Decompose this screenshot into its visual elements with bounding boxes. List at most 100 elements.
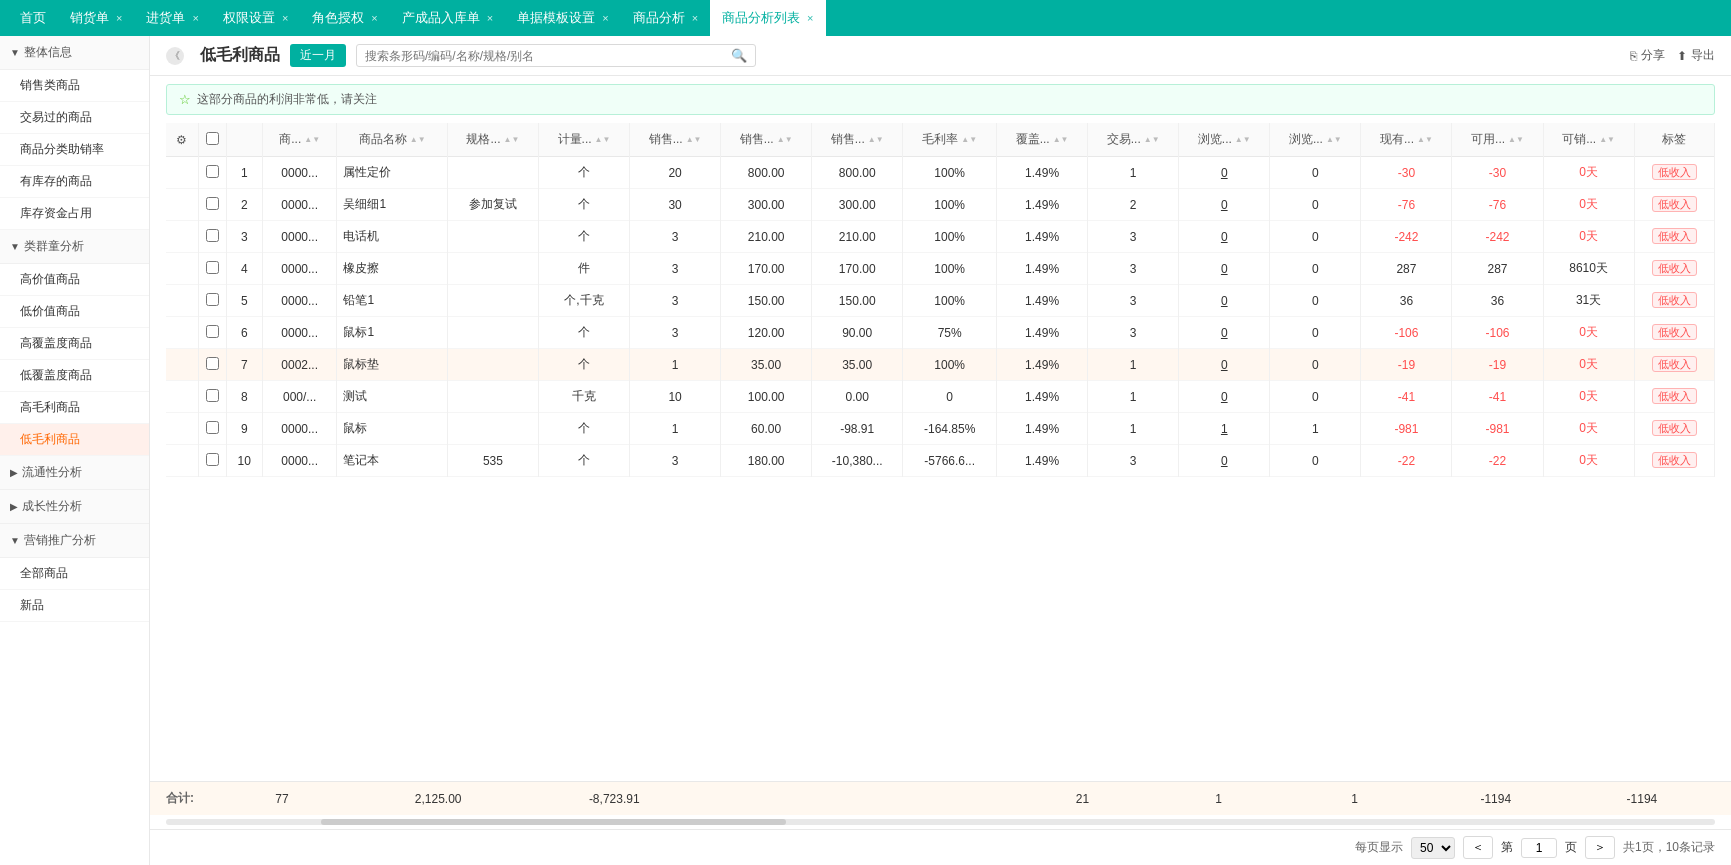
- export-button[interactable]: ⬆ 导出: [1677, 47, 1715, 64]
- sidebar-item-in-stock[interactable]: 有库存的商品: [0, 166, 149, 198]
- nav-permissions[interactable]: 权限设置 ×: [211, 0, 300, 36]
- sidebar-group-overall[interactable]: ▼ 整体信息: [0, 36, 149, 70]
- sidebar-item-low-value[interactable]: 低价值商品: [0, 296, 149, 328]
- nav-close-purchase[interactable]: ×: [192, 0, 198, 36]
- row-checkbox-0[interactable]: [206, 165, 219, 178]
- nav-product-storage[interactable]: 产成品入库单 ×: [390, 0, 505, 36]
- sidebar-item-category-rate[interactable]: 商品分类助销率: [0, 134, 149, 166]
- th-code[interactable]: 商... ▲▼: [262, 123, 336, 157]
- sidebar-item-new-goods[interactable]: 新品: [0, 590, 149, 622]
- td-checkbox[interactable]: [198, 221, 226, 253]
- views1-link[interactable]: 0: [1221, 230, 1228, 244]
- th-sales-qty[interactable]: 销售... ▲▼: [630, 123, 721, 157]
- nav-analysis-list[interactable]: 商品分析列表 ×: [710, 0, 825, 36]
- page-number-input[interactable]: [1521, 838, 1557, 858]
- nav-purchase[interactable]: 进货单 ×: [134, 0, 210, 36]
- sidebar-item-low-coverage[interactable]: 低覆盖度商品: [0, 360, 149, 392]
- views1-link[interactable]: 0: [1221, 326, 1228, 340]
- td-checkbox[interactable]: [198, 349, 226, 381]
- td-views1[interactable]: 0: [1179, 221, 1270, 253]
- nav-roles[interactable]: 角色授权 ×: [300, 0, 389, 36]
- th-coverage[interactable]: 覆盖... ▲▼: [997, 123, 1088, 157]
- nav-home[interactable]: 首页: [8, 0, 58, 36]
- th-trade-count[interactable]: 交易... ▲▼: [1088, 123, 1179, 157]
- views1-link[interactable]: 1: [1221, 422, 1228, 436]
- th-views2[interactable]: 浏览... ▲▼: [1270, 123, 1361, 157]
- row-checkbox-5[interactable]: [206, 325, 219, 338]
- sidebar-item-high-value[interactable]: 高价值商品: [0, 264, 149, 296]
- sidebar-item-all-goods[interactable]: 全部商品: [0, 558, 149, 590]
- page-size-select[interactable]: 50: [1411, 837, 1455, 859]
- td-checkbox[interactable]: [198, 253, 226, 285]
- nav-analysis[interactable]: 商品分析 ×: [621, 0, 710, 36]
- views1-link[interactable]: 0: [1221, 262, 1228, 276]
- sidebar-group-cluster[interactable]: ▼ 类群童分析: [0, 230, 149, 264]
- views1-link[interactable]: 0: [1221, 454, 1228, 468]
- row-checkbox-1[interactable]: [206, 197, 219, 210]
- th-tag[interactable]: 标签: [1634, 123, 1714, 157]
- nav-close-template[interactable]: ×: [602, 0, 608, 36]
- sidebar-group-marketing[interactable]: ▼ 营销推广分析: [0, 524, 149, 558]
- th-spec[interactable]: 规格... ▲▼: [447, 123, 538, 157]
- date-filter-button[interactable]: 近一月: [290, 44, 346, 67]
- sidebar-item-low-margin[interactable]: 低毛利商品: [0, 424, 149, 456]
- td-checkbox[interactable]: [198, 285, 226, 317]
- search-input[interactable]: [365, 49, 725, 63]
- prev-page-btn[interactable]: ＜: [1463, 836, 1493, 859]
- td-views1[interactable]: 1: [1179, 413, 1270, 445]
- search-icon[interactable]: 🔍: [731, 48, 747, 63]
- td-checkbox[interactable]: [198, 157, 226, 189]
- sidebar-group-growth[interactable]: ▶ 成长性分析: [0, 490, 149, 524]
- td-checkbox[interactable]: [198, 189, 226, 221]
- sidebar-item-high-coverage[interactable]: 高覆盖度商品: [0, 328, 149, 360]
- td-views1[interactable]: 0: [1179, 189, 1270, 221]
- th-checkbox[interactable]: [198, 123, 226, 157]
- share-button[interactable]: ⎘ 分享: [1630, 47, 1665, 64]
- td-checkbox[interactable]: [198, 445, 226, 477]
- th-gross-margin[interactable]: 毛利率 ▲▼: [903, 123, 997, 157]
- row-checkbox-7[interactable]: [206, 389, 219, 402]
- views1-link[interactable]: 0: [1221, 390, 1228, 404]
- select-all-checkbox[interactable]: [206, 132, 219, 145]
- td-checkbox[interactable]: [198, 381, 226, 413]
- td-views1[interactable]: 0: [1179, 253, 1270, 285]
- horizontal-scrollbar[interactable]: [166, 819, 1715, 825]
- sidebar-item-sales-goods[interactable]: 销售类商品: [0, 70, 149, 102]
- td-views1[interactable]: 0: [1179, 349, 1270, 381]
- th-name[interactable]: 商品名称 ▲▼: [337, 123, 447, 157]
- td-views1[interactable]: 0: [1179, 157, 1270, 189]
- row-checkbox-9[interactable]: [206, 453, 219, 466]
- th-unit[interactable]: 计量... ▲▼: [538, 123, 629, 157]
- views1-link[interactable]: 0: [1221, 294, 1228, 308]
- row-checkbox-3[interactable]: [206, 261, 219, 274]
- th-settings[interactable]: ⚙: [166, 123, 198, 157]
- td-checkbox[interactable]: [198, 413, 226, 445]
- row-checkbox-4[interactable]: [206, 293, 219, 306]
- views1-link[interactable]: 0: [1221, 166, 1228, 180]
- th-views1[interactable]: 浏览... ▲▼: [1179, 123, 1270, 157]
- nav-close-product-storage[interactable]: ×: [487, 0, 493, 36]
- th-available[interactable]: 可用... ▲▼: [1452, 123, 1543, 157]
- td-views1[interactable]: 0: [1179, 445, 1270, 477]
- collapse-sidebar-btn[interactable]: 《: [166, 47, 184, 65]
- nav-close-permissions[interactable]: ×: [282, 0, 288, 36]
- th-sales-amount[interactable]: 销售... ▲▼: [812, 123, 903, 157]
- th-current-stock[interactable]: 现有... ▲▼: [1361, 123, 1452, 157]
- nav-sales[interactable]: 销货单 ×: [58, 0, 134, 36]
- views1-link[interactable]: 0: [1221, 198, 1228, 212]
- row-checkbox-8[interactable]: [206, 421, 219, 434]
- nav-close-analysis[interactable]: ×: [692, 0, 698, 36]
- nav-close-roles[interactable]: ×: [371, 0, 377, 36]
- next-page-btn[interactable]: ＞: [1585, 836, 1615, 859]
- nav-close-analysis-list[interactable]: ×: [807, 0, 813, 36]
- td-checkbox[interactable]: [198, 317, 226, 349]
- nav-close-sales[interactable]: ×: [116, 0, 122, 36]
- sidebar-item-inventory-capital[interactable]: 库存资金占用: [0, 198, 149, 230]
- sidebar-item-traded[interactable]: 交易过的商品: [0, 102, 149, 134]
- views1-link[interactable]: 0: [1221, 358, 1228, 372]
- row-checkbox-6[interactable]: [206, 357, 219, 370]
- th-saleable[interactable]: 可销... ▲▼: [1543, 123, 1634, 157]
- nav-template[interactable]: 单据模板设置 ×: [505, 0, 620, 36]
- td-views1[interactable]: 0: [1179, 381, 1270, 413]
- row-checkbox-2[interactable]: [206, 229, 219, 242]
